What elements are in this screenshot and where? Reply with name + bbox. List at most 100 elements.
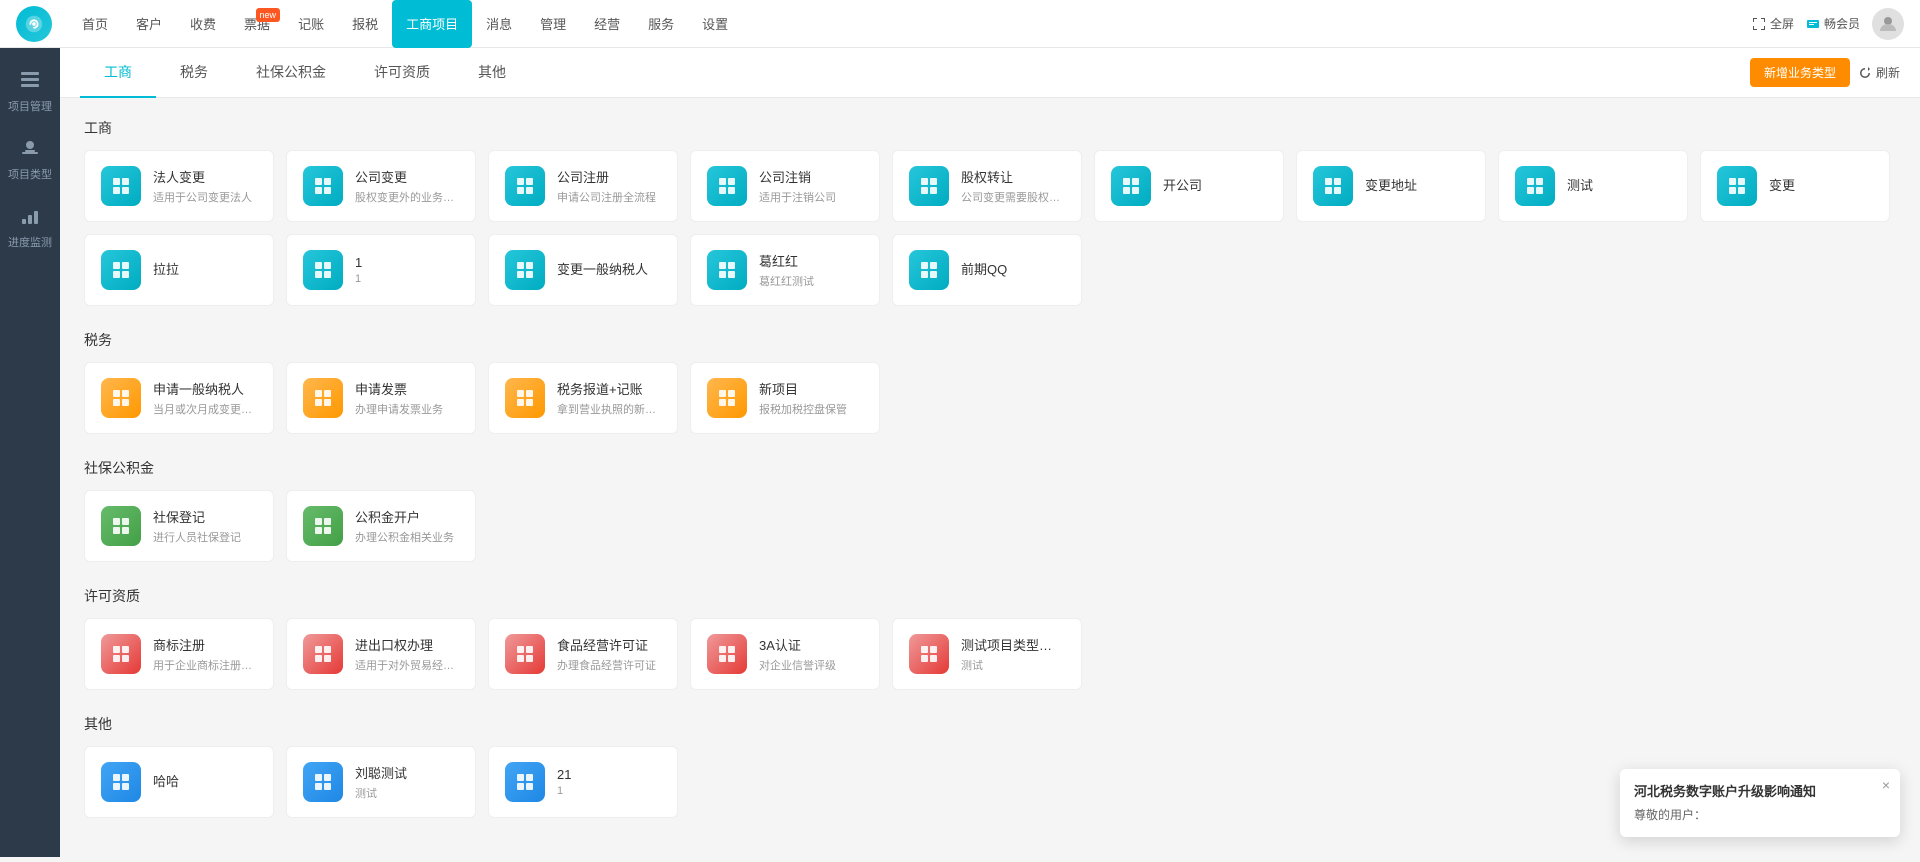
card-gs6[interactable]: 开公司 <box>1094 150 1284 222</box>
cards-grid-xuke-section: 商标注册用于企业商标注册服务 进出口权办理适用于对外贸易经营者食品经营许可证办理食… <box>84 618 1896 690</box>
card-gs5[interactable]: 股权转让公司变更需要股权转让 <box>892 150 1082 222</box>
card-info-xk1: 商标注册用于企业商标注册服务 <box>153 635 257 673</box>
card-gs14[interactable]: 前期QQ <box>892 234 1082 306</box>
card-info-xk4: 3A认证对企业信誉评级 <box>759 635 863 673</box>
card-gs13[interactable]: 葛红红葛红红测试 <box>690 234 880 306</box>
card-info-gs3: 公司注册申请公司注册全流程 <box>557 167 661 205</box>
card-title-gs6: 开公司 <box>1163 175 1267 194</box>
card-info-gs14: 前期QQ <box>961 259 1065 281</box>
fullscreen-btn[interactable]: 全屏 <box>1752 15 1794 32</box>
card-title-gs8: 测试 <box>1567 175 1671 194</box>
card-icon-gs13 <box>707 250 747 290</box>
card-title-sw3: 税务报道+记账 <box>557 379 661 398</box>
card-desc-xk5: 测试 <box>961 657 1065 673</box>
card-title-xk1: 商标注册 <box>153 635 257 654</box>
section-title-other-section: 其他 <box>84 714 1896 734</box>
cards-grid-gongshang-section: 法人变更适用于公司变更法人公司变更股权变更外的业务变更 公司注册申请公司注册全流程… <box>84 150 1896 306</box>
section-shebao-section: 社保公积金社保登记进行人员社保登记公积金开户办理公积金相关业务 <box>84 458 1896 562</box>
card-desc-ot3: 1 <box>557 785 661 797</box>
card-gs1[interactable]: 法人变更适用于公司变更法人 <box>84 150 274 222</box>
nav-item-tickets[interactable]: 票据new <box>230 0 284 48</box>
card-gs11[interactable]: 11 <box>286 234 476 306</box>
refresh-button[interactable]: 刷新 <box>1858 64 1900 81</box>
sidebar-item-project-mgmt[interactable]: 项目管理 <box>0 56 60 124</box>
card-xk2[interactable]: 进出口权办理适用于对外贸易经营者 <box>286 618 476 690</box>
tab-gongshang[interactable]: 工商 <box>80 48 156 98</box>
card-sb2[interactable]: 公积金开户办理公积金相关业务 <box>286 490 476 562</box>
card-gs9[interactable]: 变更 <box>1700 150 1890 222</box>
card-icon-sw3 <box>505 378 545 418</box>
card-title-sb2: 公积金开户 <box>355 507 459 526</box>
card-xk4[interactable]: 3A认证对企业信誉评级 <box>690 618 880 690</box>
card-info-sw3: 税务报道+记账拿到营业执照的新公司 <box>557 379 661 417</box>
card-xk5[interactable]: 测试项目类型目定义测试 <box>892 618 1082 690</box>
nav-item-accounting[interactable]: 记账 <box>284 0 338 48</box>
card-gs3[interactable]: 公司注册申请公司注册全流程 <box>488 150 678 222</box>
card-sw1[interactable]: 申请一般纳税人当月或次月成变更完成 <box>84 362 274 434</box>
card-title-ot2: 刘聪测试 <box>355 763 459 782</box>
card-sb1[interactable]: 社保登记进行人员社保登记 <box>84 490 274 562</box>
card-sw2[interactable]: 申请发票办理申请发票业务 <box>286 362 476 434</box>
card-ot2[interactable]: 刘聪测试测试 <box>286 746 476 818</box>
card-title-gs11: 1 <box>355 255 459 270</box>
nav-item-billing[interactable]: 收费 <box>176 0 230 48</box>
card-desc-gs4: 适用于注销公司 <box>759 189 863 205</box>
card-gs8[interactable]: 测试 <box>1498 150 1688 222</box>
sidebar: 项目管理项目类型进度监测 <box>0 48 60 857</box>
tab-xuke[interactable]: 许可资质 <box>350 48 454 98</box>
tab-other[interactable]: 其他 <box>454 48 530 98</box>
card-gs7[interactable]: 变更地址 <box>1296 150 1486 222</box>
sidebar-item-progress[interactable]: 进度监测 <box>0 192 60 260</box>
member-btn[interactable]: 畅会员 <box>1806 15 1860 32</box>
card-gs10[interactable]: 拉拉 <box>84 234 274 306</box>
nav-item-home[interactable]: 首页 <box>68 0 122 48</box>
nav-item-settings[interactable]: 设置 <box>688 0 742 48</box>
nav-item-services[interactable]: 服务 <box>634 0 688 48</box>
user-avatar[interactable] <box>1872 8 1904 40</box>
nav-item-management[interactable]: 管理 <box>526 0 580 48</box>
app-logo[interactable] <box>16 6 52 42</box>
notification-close[interactable]: × <box>1882 777 1890 793</box>
nav-item-industrial[interactable]: 工商项目 <box>392 0 472 48</box>
card-info-ot2: 刘聪测试测试 <box>355 763 459 801</box>
card-title-sw4: 新项目 <box>759 379 863 398</box>
card-info-xk2: 进出口权办理适用于对外贸易经营者 <box>355 635 459 673</box>
card-icon-gs9 <box>1717 166 1757 206</box>
card-icon-ot1 <box>101 762 141 802</box>
card-sw3[interactable]: 税务报道+记账拿到营业执照的新公司 <box>488 362 678 434</box>
card-desc-xk4: 对企业信誉评级 <box>759 657 863 673</box>
card-gs2[interactable]: 公司变更股权变更外的业务变更 <box>286 150 476 222</box>
card-gs12[interactable]: 变更一般纳税人 <box>488 234 678 306</box>
nav-item-tax[interactable]: 报税 <box>338 0 392 48</box>
card-sw4[interactable]: 新项目报税加税控盘保管 <box>690 362 880 434</box>
card-xk1[interactable]: 商标注册用于企业商标注册服务 <box>84 618 274 690</box>
card-info-ot1: 哈哈 <box>153 771 257 793</box>
card-desc-sw3: 拿到营业执照的新公司 <box>557 401 661 417</box>
main-content: 工商税务社保公积金许可资质其他 新增业务类型 刷新 工商法人变更适用于公司变更法… <box>60 48 1920 862</box>
card-title-gs1: 法人变更 <box>153 167 257 186</box>
sidebar-icon-progress <box>16 202 44 230</box>
sidebar-icon-project-mgmt <box>16 66 44 94</box>
card-ot1[interactable]: 哈哈 <box>84 746 274 818</box>
card-gs4[interactable]: 公司注销适用于注销公司 <box>690 150 880 222</box>
card-title-gs13: 葛红红 <box>759 251 863 270</box>
tab-shebao[interactable]: 社保公积金 <box>232 48 350 98</box>
card-title-gs14: 前期QQ <box>961 259 1065 278</box>
add-type-button[interactable]: 新增业务类型 <box>1750 58 1850 87</box>
nav-item-operations[interactable]: 经营 <box>580 0 634 48</box>
card-icon-gs6 <box>1111 166 1151 206</box>
card-icon-gs3 <box>505 166 545 206</box>
card-info-gs13: 葛红红葛红红测试 <box>759 251 863 289</box>
card-xk3[interactable]: 食品经营许可证办理食品经营许可证 <box>488 618 678 690</box>
card-title-gs2: 公司变更 <box>355 167 459 186</box>
nav-badge-tickets: new <box>256 8 281 23</box>
card-ot3[interactable]: 211 <box>488 746 678 818</box>
nav-item-clients[interactable]: 客户 <box>122 0 176 48</box>
nav-item-messages[interactable]: 消息 <box>472 0 526 48</box>
card-icon-xk2 <box>303 634 343 674</box>
sidebar-item-project-type[interactable]: 项目类型 <box>0 124 60 192</box>
tab-shuiwu[interactable]: 税务 <box>156 48 232 98</box>
top-navigation: 首页客户收费票据new记账报税工商项目消息管理经营服务设置 全屏 畅会员 <box>0 0 1920 48</box>
card-title-sw1: 申请一般纳税人 <box>153 379 257 398</box>
card-desc-gs5: 公司变更需要股权转让 <box>961 189 1065 205</box>
